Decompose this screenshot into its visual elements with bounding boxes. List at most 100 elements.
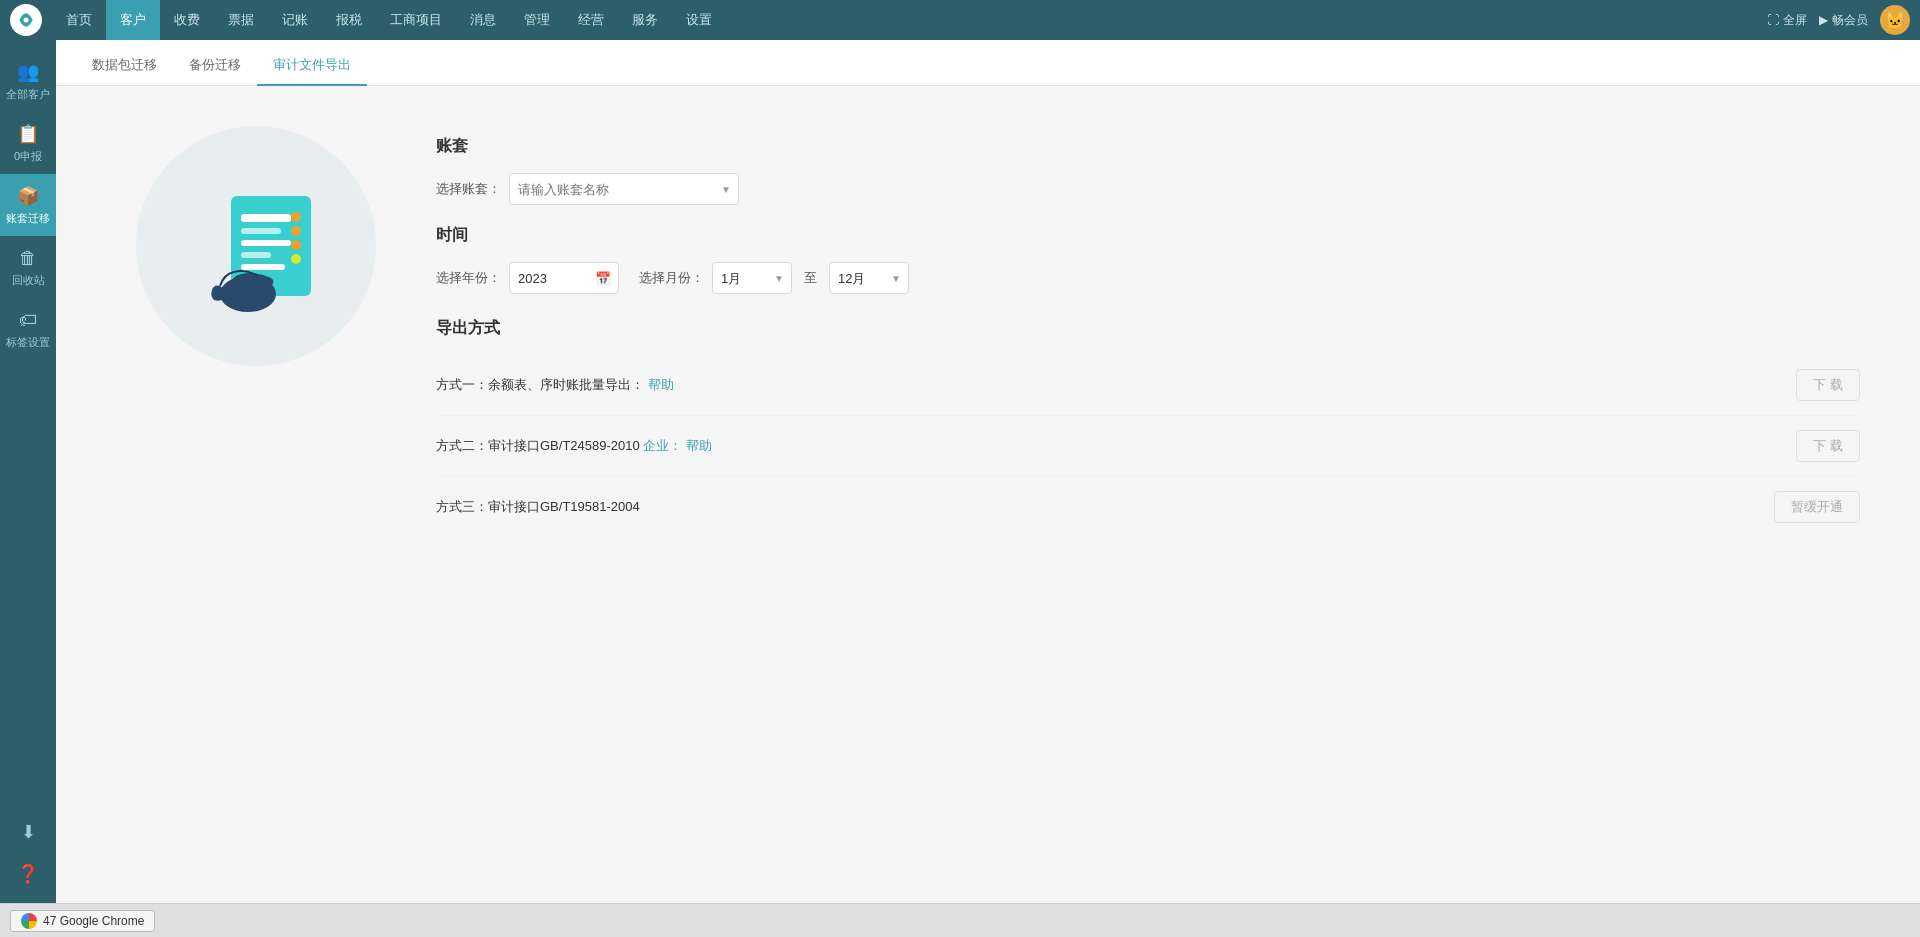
method-3-open-button[interactable]: 暂缓开通 (1774, 491, 1860, 523)
tab-data-migration[interactable]: 数据包迁移 (76, 46, 173, 86)
method-1-download-button[interactable]: 下 载 (1796, 369, 1860, 401)
sidebar-item-declaration[interactable]: 📋 0申报 (0, 112, 56, 174)
nav-manage[interactable]: 管理 (510, 0, 564, 40)
page-content: 账套 选择账套： ▼ 时间 选择年份： 📅 选择月份： (56, 86, 1920, 903)
sidebar-label-tags: 标签设置 (6, 335, 50, 350)
app-logo (10, 4, 42, 36)
fullscreen-button[interactable]: ⛶ 全屏 (1767, 12, 1807, 29)
illustration (116, 126, 396, 366)
avatar[interactable]: 🐱 (1880, 5, 1910, 35)
nav-operation[interactable]: 经营 (564, 0, 618, 40)
form-section: 账套 选择账套： ▼ 时间 选择年份： 📅 选择月份： (396, 126, 1860, 537)
svg-rect-5 (241, 252, 271, 258)
taskbar-chrome[interactable]: 47 Google Chrome (10, 910, 155, 932)
nav-business[interactable]: 工商项目 (376, 0, 456, 40)
method-1-help-link[interactable]: 帮助 (648, 377, 674, 392)
tab-backup-migration[interactable]: 备份迁移 (173, 46, 257, 86)
nav-settings[interactable]: 设置 (672, 0, 726, 40)
method-row-3: 方式三：审计接口GB/T19581-2004 暂缓开通 (436, 477, 1860, 537)
tab-bar: 数据包迁移 备份迁移 审计文件导出 (56, 40, 1920, 86)
account-row: 选择账套： ▼ (436, 173, 1860, 205)
tab-audit-export[interactable]: 审计文件导出 (257, 46, 367, 86)
method-1-text: 方式一：余额表、序时账批量导出： (436, 377, 644, 392)
method-2-download-button[interactable]: 下 载 (1796, 430, 1860, 462)
month-end-select[interactable]: 1月2月3月 4月5月6月 7月8月9月 10月11月12月 (829, 262, 909, 294)
trash-icon: 🗑 (16, 246, 40, 270)
svg-rect-6 (241, 264, 285, 270)
migration-icon: 📦 (16, 184, 40, 208)
nav-message[interactable]: 消息 (456, 0, 510, 40)
svg-rect-4 (241, 240, 291, 246)
method-row-2: 方式二：审计接口GB/T24589-2010 企业： 帮助 下 载 (436, 416, 1860, 477)
nav-accounting[interactable]: 记账 (268, 0, 322, 40)
method-1-label: 方式一：余额表、序时账批量导出： 帮助 (436, 376, 674, 394)
svg-point-10 (291, 254, 301, 264)
taskbar: 47 Google Chrome (0, 903, 1920, 937)
fullscreen-label: 全屏 (1783, 12, 1807, 29)
sidebar-label-trash: 回收站 (12, 273, 45, 288)
method-2-company-link[interactable]: 企业： (643, 438, 682, 453)
export-section-title: 导出方式 (436, 318, 1860, 339)
method-2-label: 方式二：审计接口GB/T24589-2010 企业： 帮助 (436, 437, 712, 455)
illustration-circle (136, 126, 376, 366)
method-2-text: 方式二：审计接口GB/T24589-2010 (436, 438, 640, 453)
year-input-wrap: 📅 (509, 262, 619, 294)
method-row-1: 方式一：余额表、序时账批量导出： 帮助 下 载 (436, 355, 1860, 416)
svg-point-8 (291, 226, 301, 236)
fullscreen-icon: ⛶ (1767, 13, 1779, 27)
chrome-icon (21, 913, 37, 929)
sidebar-item-customers[interactable]: 👥 全部客户 (0, 50, 56, 112)
nav-customer[interactable]: 客户 (106, 0, 160, 40)
nav-fee[interactable]: 收费 (160, 0, 214, 40)
sidebar: 👥 全部客户 📋 0申报 📦 账套迁移 🗑 回收站 🏷 标签设置 ⬇ ❓ (0, 40, 56, 903)
method-2-help-link[interactable]: 帮助 (686, 438, 712, 453)
nav-invoice[interactable]: 票据 (214, 0, 268, 40)
account-section-title: 账套 (436, 136, 1860, 157)
svg-point-7 (291, 212, 301, 222)
month-end-wrap: 1月2月3月 4月5月6月 7月8月9月 10月11月12月 ▼ (829, 262, 909, 294)
month-start-select[interactable]: 1月2月3月 4月5月6月 7月8月9月 10月11月12月 (712, 262, 792, 294)
sidebar-item-trash[interactable]: 🗑 回收站 (0, 236, 56, 298)
year-label: 选择年份： (436, 269, 501, 287)
svg-point-0 (24, 18, 29, 23)
nav-tax[interactable]: 报税 (322, 0, 376, 40)
main-layout: 👥 全部客户 📋 0申报 📦 账套迁移 🗑 回收站 🏷 标签设置 ⬇ ❓ 数据包… (0, 40, 1920, 903)
method-3-label: 方式三：审计接口GB/T19581-2004 (436, 498, 640, 516)
customers-icon: 👥 (16, 60, 40, 84)
account-label: 选择账套： (436, 180, 501, 198)
top-nav: 首页 客户 收费 票据 记账 报税 工商项目 消息 管理 经营 服务 设置 ⛶ … (0, 0, 1920, 40)
sidebar-label-declaration: 0申报 (14, 149, 42, 164)
svg-rect-2 (241, 214, 291, 222)
account-select-wrap: ▼ (509, 173, 739, 205)
content-area: 数据包迁移 备份迁移 审计文件导出 (56, 40, 1920, 903)
month-start-wrap: 1月2月3月 4月5月6月 7月8月9月 10月11月12月 ▼ (712, 262, 792, 294)
method-3-text: 方式三：审计接口GB/T19581-2004 (436, 499, 640, 514)
month-label: 选择月份： (639, 269, 704, 287)
time-section-title: 时间 (436, 225, 1860, 246)
svg-point-9 (291, 240, 301, 250)
year-input[interactable] (509, 262, 619, 294)
sidebar-bottom-help[interactable]: ❓ (9, 855, 47, 893)
member-label: 畅会员 (1832, 12, 1868, 29)
time-row: 选择年份： 📅 选择月份： 1月2月3月 4月5月6月 7月8月9月 10月11… (436, 262, 1860, 294)
member-button[interactable]: ▶ 畅会员 (1819, 12, 1868, 29)
account-input[interactable] (509, 173, 739, 205)
sidebar-label-customers: 全部客户 (6, 87, 50, 102)
nav-service[interactable]: 服务 (618, 0, 672, 40)
nav-items: 首页 客户 收费 票据 记账 报税 工商项目 消息 管理 经营 服务 设置 (52, 0, 1767, 40)
tags-icon: 🏷 (16, 308, 40, 332)
declaration-icon: 📋 (16, 122, 40, 146)
to-text: 至 (804, 269, 817, 287)
sidebar-bottom: ⬇ ❓ (9, 813, 47, 903)
svg-rect-3 (241, 228, 281, 234)
sidebar-label-migration: 账套迁移 (6, 211, 50, 226)
nav-right: ⛶ 全屏 ▶ 畅会员 🐱 (1767, 5, 1910, 35)
sidebar-bottom-download[interactable]: ⬇ (13, 813, 44, 851)
sidebar-item-tags[interactable]: 🏷 标签设置 (0, 298, 56, 360)
taskbar-chrome-label: 47 Google Chrome (43, 914, 144, 928)
nav-home[interactable]: 首页 (52, 0, 106, 40)
export-section: 导出方式 方式一：余额表、序时账批量导出： 帮助 下 载 方式二：审计接口GB/… (436, 318, 1860, 537)
sidebar-item-migration[interactable]: 📦 账套迁移 (0, 174, 56, 236)
member-icon: ▶ (1819, 13, 1828, 27)
illustration-svg (176, 166, 336, 326)
